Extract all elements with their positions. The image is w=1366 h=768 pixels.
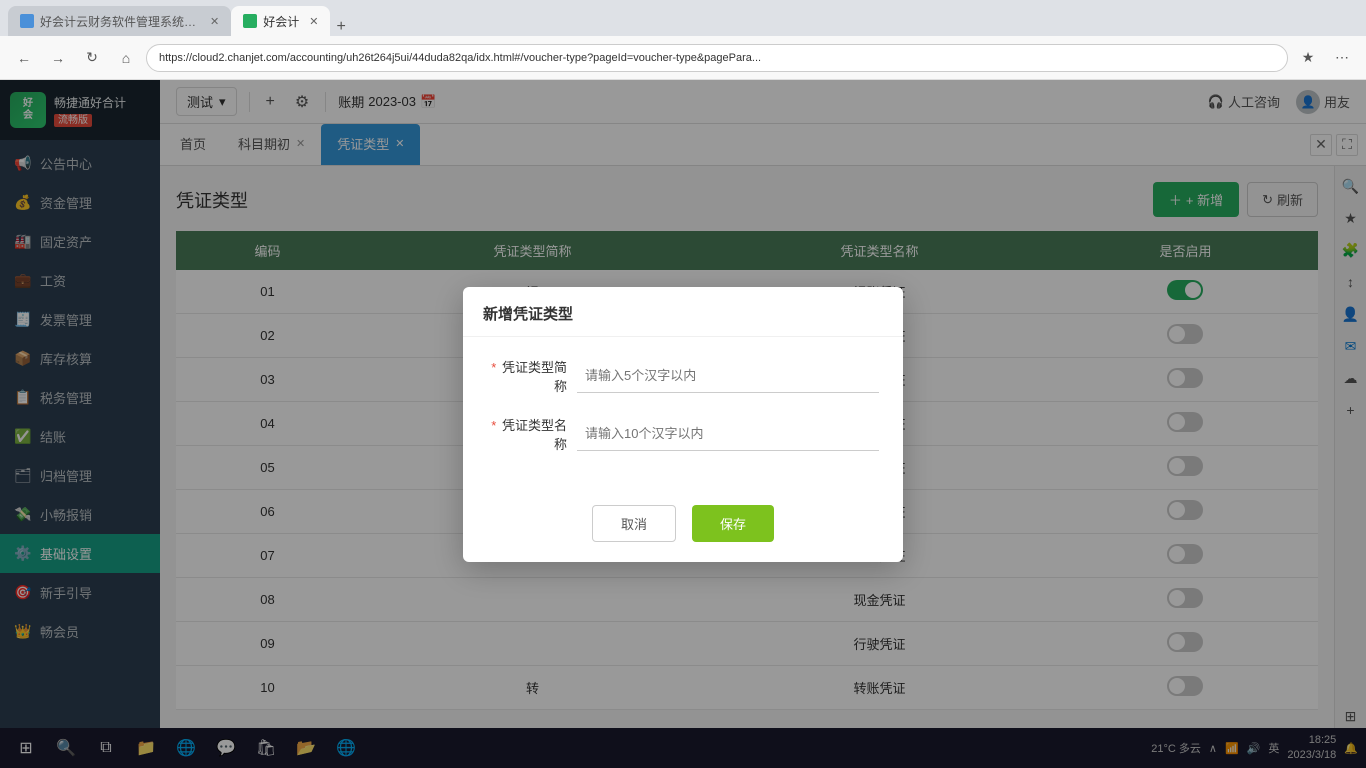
short-name-input[interactable]: [577, 359, 879, 393]
dialog-body: * 凭证类型简称 * 凭证类型名称: [463, 337, 903, 493]
short-name-label: * 凭证类型简称: [487, 357, 577, 395]
tab-favicon-1: [20, 14, 34, 28]
address-bar[interactable]: [146, 44, 1288, 72]
tab-close-1[interactable]: ✕: [210, 15, 219, 28]
full-name-label: * 凭证类型名称: [487, 415, 577, 453]
more-button[interactable]: ⋯: [1328, 44, 1356, 72]
tab-label-2: 好会计: [263, 13, 299, 30]
full-name-row: * 凭证类型名称: [487, 415, 879, 453]
save-button[interactable]: 保存: [692, 505, 774, 542]
tab-close-2[interactable]: ✕: [309, 15, 318, 28]
back-button[interactable]: ←: [10, 44, 38, 72]
cancel-button[interactable]: 取消: [592, 505, 676, 542]
full-name-input[interactable]: [577, 417, 879, 451]
browser-nav: ← → ↻ ⌂ ★ ⋯: [0, 36, 1366, 80]
reload-button[interactable]: ↻: [78, 44, 106, 72]
browser-tab-bar: 好会计云财务软件管理系统_会计 ✕ 好会计 ✕ +: [0, 0, 1366, 36]
dialog-footer: 取消 保存: [463, 493, 903, 562]
short-name-row: * 凭证类型简称: [487, 357, 879, 395]
required-mark-1: *: [491, 360, 496, 375]
new-voucher-dialog: 新增凭证类型 * 凭证类型简称 * 凭证类型名称 取消 保存: [463, 287, 903, 562]
extensions-button[interactable]: ★: [1294, 44, 1322, 72]
home-button[interactable]: ⌂: [112, 44, 140, 72]
tab-label-1: 好会计云财务软件管理系统_会计: [40, 13, 200, 30]
forward-button[interactable]: →: [44, 44, 72, 72]
new-tab-button[interactable]: +: [330, 18, 351, 36]
browser-tab-2[interactable]: 好会计 ✕: [231, 6, 330, 36]
browser-tab-1[interactable]: 好会计云财务软件管理系统_会计 ✕: [8, 6, 231, 36]
dialog-overlay: 新增凭证类型 * 凭证类型简称 * 凭证类型名称 取消 保存: [0, 80, 1366, 768]
dialog-title: 新增凭证类型: [463, 287, 903, 337]
tab-favicon-2: [243, 14, 257, 28]
required-mark-2: *: [491, 418, 496, 433]
